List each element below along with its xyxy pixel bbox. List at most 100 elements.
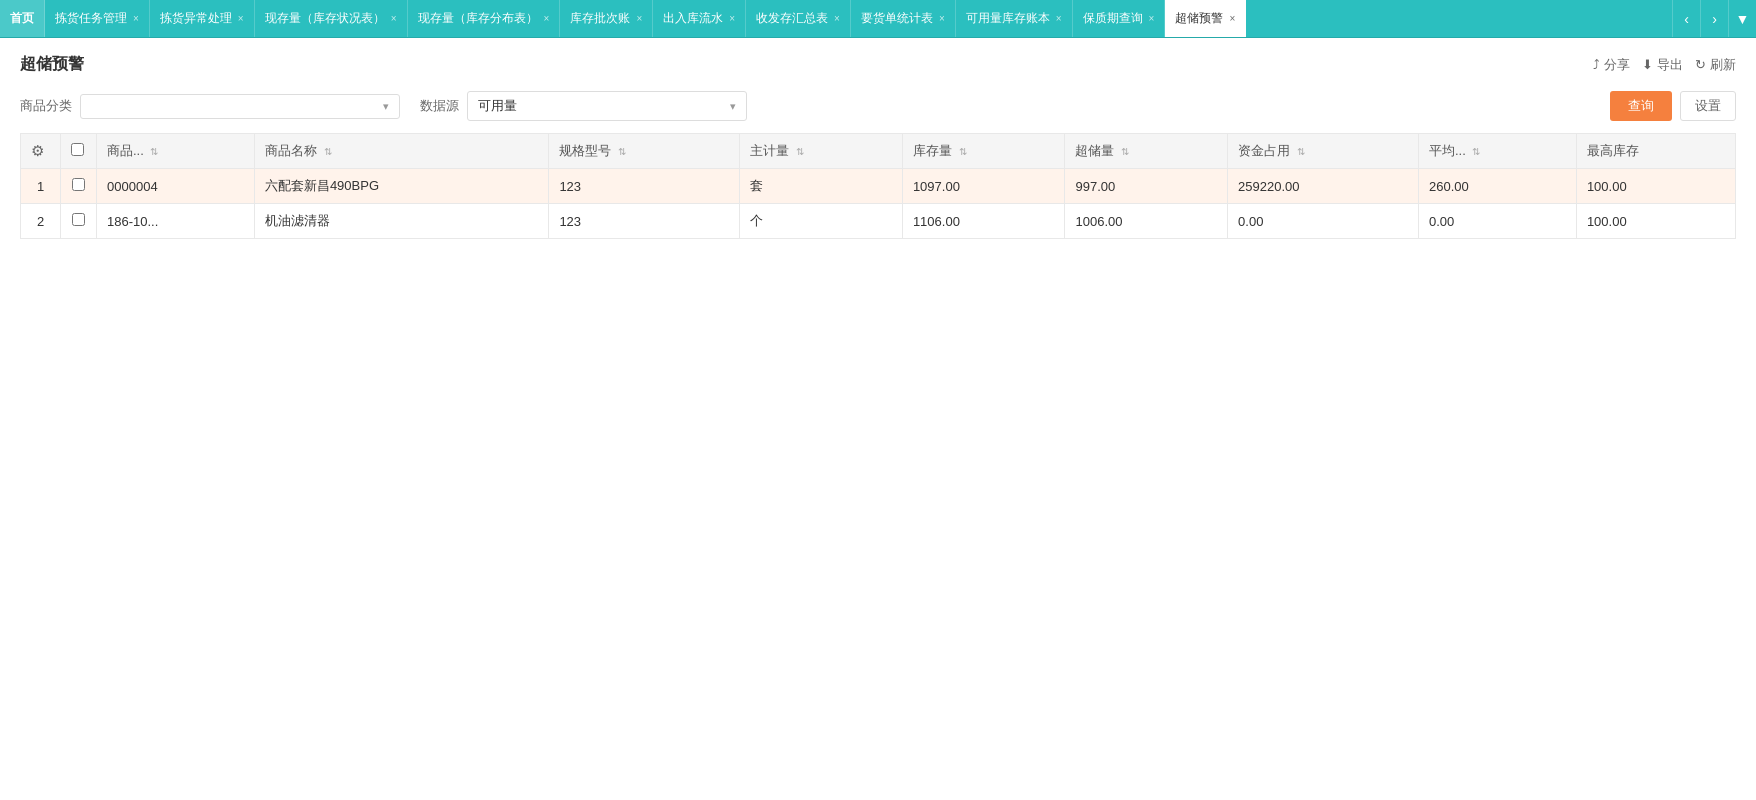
cell-capital: 0.00: [1228, 204, 1419, 239]
column-header-product-name[interactable]: 商品名称 ⇅: [254, 134, 548, 169]
row-number: 1: [21, 169, 61, 204]
nav-tab-home[interactable]: 首页: [0, 0, 45, 37]
refresh-icon: ↻: [1695, 57, 1706, 72]
nav-tab-expiry-query[interactable]: 保质期查询 ×: [1073, 0, 1166, 37]
select-all-checkbox[interactable]: [71, 143, 84, 156]
column-header-max-stock[interactable]: 最高库存: [1576, 134, 1735, 169]
sort-icon: ⇅: [1121, 146, 1129, 157]
nav-tab-batch-account[interactable]: 库存批次账 ×: [560, 0, 653, 37]
column-header-avg-price[interactable]: 平均... ⇅: [1419, 134, 1577, 169]
sort-icon: ⇅: [618, 146, 626, 157]
nav-tab-inventory-dist[interactable]: 现存量（库存分布表） ×: [408, 0, 561, 37]
share-button[interactable]: ⤴ 分享: [1593, 56, 1630, 74]
nav-tab-summary[interactable]: 收发存汇总表 ×: [746, 0, 851, 37]
column-header-spec[interactable]: 规格型号 ⇅: [549, 134, 740, 169]
close-icon[interactable]: ×: [544, 13, 550, 24]
nav-tab-pick-exception[interactable]: 拣货异常处理 ×: [150, 0, 255, 37]
cell-spec: 123: [549, 204, 740, 239]
cell-unit: 个: [740, 204, 903, 239]
row-checkbox[interactable]: [72, 178, 85, 191]
datasource-select[interactable]: 可用量 ▾: [467, 91, 747, 121]
close-icon[interactable]: ×: [391, 13, 397, 24]
cell-overstock: 1006.00: [1065, 204, 1228, 239]
close-icon[interactable]: ×: [636, 13, 642, 24]
page-title: 超储预警: [20, 54, 84, 75]
column-header-capital[interactable]: 资金占用 ⇅: [1228, 134, 1419, 169]
cell-max-stock: 100.00: [1576, 169, 1735, 204]
cell-avg-price: 260.00: [1419, 169, 1577, 204]
gear-icon[interactable]: ⚙: [31, 142, 44, 160]
filter-actions: 查询 设置: [1610, 91, 1736, 121]
close-icon[interactable]: ×: [1056, 13, 1062, 24]
page-header: 超储预警 ⤴ 分享 ⬇ 导出 ↻ 刷新: [20, 54, 1736, 75]
row-checkbox[interactable]: [72, 213, 85, 226]
nav-menu-button[interactable]: ▼: [1728, 0, 1756, 37]
column-header-checkbox[interactable]: [61, 134, 97, 169]
row-checkbox-cell[interactable]: [61, 204, 97, 239]
query-button[interactable]: 查询: [1610, 91, 1672, 121]
table-row: 1 0000004 六配套新昌490BPG 123 套 1097.00 997.…: [21, 169, 1736, 204]
nav-tab-order-stats[interactable]: 要货单统计表 ×: [851, 0, 956, 37]
refresh-button[interactable]: ↻ 刷新: [1695, 56, 1736, 74]
cell-avg-price: 0.00: [1419, 204, 1577, 239]
header-actions: ⤴ 分享 ⬇ 导出 ↻ 刷新: [1593, 56, 1736, 74]
nav-tab-overstock-warning[interactable]: 超储预警 ×: [1165, 0, 1246, 37]
category-select[interactable]: ▾: [80, 94, 400, 119]
sort-icon: ⇅: [324, 146, 332, 157]
sort-icon: ⇅: [1472, 146, 1480, 157]
close-icon[interactable]: ×: [939, 13, 945, 24]
row-checkbox-cell[interactable]: [61, 169, 97, 204]
close-icon[interactable]: ×: [729, 13, 735, 24]
column-header-unit[interactable]: 主计量 ⇅: [740, 134, 903, 169]
cell-unit: 套: [740, 169, 903, 204]
cell-spec: 123: [549, 169, 740, 204]
data-table: ⚙ 商品... ⇅ 商品名称 ⇅ 规格型号 ⇅ 主计量: [20, 133, 1736, 239]
nav-arrows: ‹ › ▼: [1672, 0, 1756, 37]
cell-product-code: 186-10...: [97, 204, 255, 239]
cell-overstock: 997.00: [1065, 169, 1228, 204]
nav-next-button[interactable]: ›: [1700, 0, 1728, 37]
chevron-down-icon: ▾: [730, 100, 736, 113]
sort-icon: ⇅: [1297, 146, 1305, 157]
column-header-stock[interactable]: 库存量 ⇅: [902, 134, 1065, 169]
sort-icon: ⇅: [796, 146, 804, 157]
export-button[interactable]: ⬇ 导出: [1642, 56, 1683, 74]
datasource-select-value: 可用量: [478, 97, 517, 115]
table-header-row: ⚙ 商品... ⇅ 商品名称 ⇅ 规格型号 ⇅ 主计量: [21, 134, 1736, 169]
nav-tab-available-ledger[interactable]: 可用量库存账本 ×: [956, 0, 1073, 37]
nav-tab-pick-task[interactable]: 拣货任务管理 ×: [45, 0, 150, 37]
cell-max-stock: 100.00: [1576, 204, 1735, 239]
cell-product-name: 六配套新昌490BPG: [254, 169, 548, 204]
cell-stock: 1106.00: [902, 204, 1065, 239]
settings-button[interactable]: 设置: [1680, 91, 1736, 121]
top-nav: 首页 拣货任务管理 × 拣货异常处理 × 现存量（库存状况表） × 现存量（库存…: [0, 0, 1756, 38]
chevron-down-icon: ▾: [383, 100, 389, 113]
column-header-product-code[interactable]: 商品... ⇅: [97, 134, 255, 169]
filter-row: 商品分类 ▾ 数据源 可用量 ▾ 查询 设置: [20, 91, 1736, 121]
close-icon[interactable]: ×: [834, 13, 840, 24]
page-content: 超储预警 ⤴ 分享 ⬇ 导出 ↻ 刷新 商品分类 ▾ 数据源: [0, 38, 1756, 800]
export-icon: ⬇: [1642, 57, 1653, 72]
nav-tab-inventory-status[interactable]: 现存量（库存状况表） ×: [255, 0, 408, 37]
cell-capital: 259220.00: [1228, 169, 1419, 204]
sort-icon: ⇅: [150, 146, 158, 157]
close-icon[interactable]: ×: [133, 13, 139, 24]
share-icon: ⤴: [1593, 57, 1600, 72]
table-row: 2 186-10... 机油滤清器 123 个 1106.00 1006.00 …: [21, 204, 1736, 239]
category-filter: 商品分类 ▾: [20, 94, 400, 119]
category-label: 商品分类: [20, 97, 72, 115]
column-header-settings[interactable]: ⚙: [21, 134, 61, 169]
close-icon[interactable]: ×: [238, 13, 244, 24]
sort-icon: ⇅: [959, 146, 967, 157]
nav-tab-inout-flow[interactable]: 出入库流水 ×: [653, 0, 746, 37]
close-icon[interactable]: ×: [1149, 13, 1155, 24]
cell-product-code: 0000004: [97, 169, 255, 204]
datasource-label: 数据源: [420, 97, 459, 115]
nav-prev-button[interactable]: ‹: [1672, 0, 1700, 37]
column-header-overstock[interactable]: 超储量 ⇅: [1065, 134, 1228, 169]
close-icon[interactable]: ×: [1229, 13, 1235, 24]
datasource-filter: 数据源 可用量 ▾: [420, 91, 747, 121]
cell-product-name: 机油滤清器: [254, 204, 548, 239]
cell-stock: 1097.00: [902, 169, 1065, 204]
row-number: 2: [21, 204, 61, 239]
